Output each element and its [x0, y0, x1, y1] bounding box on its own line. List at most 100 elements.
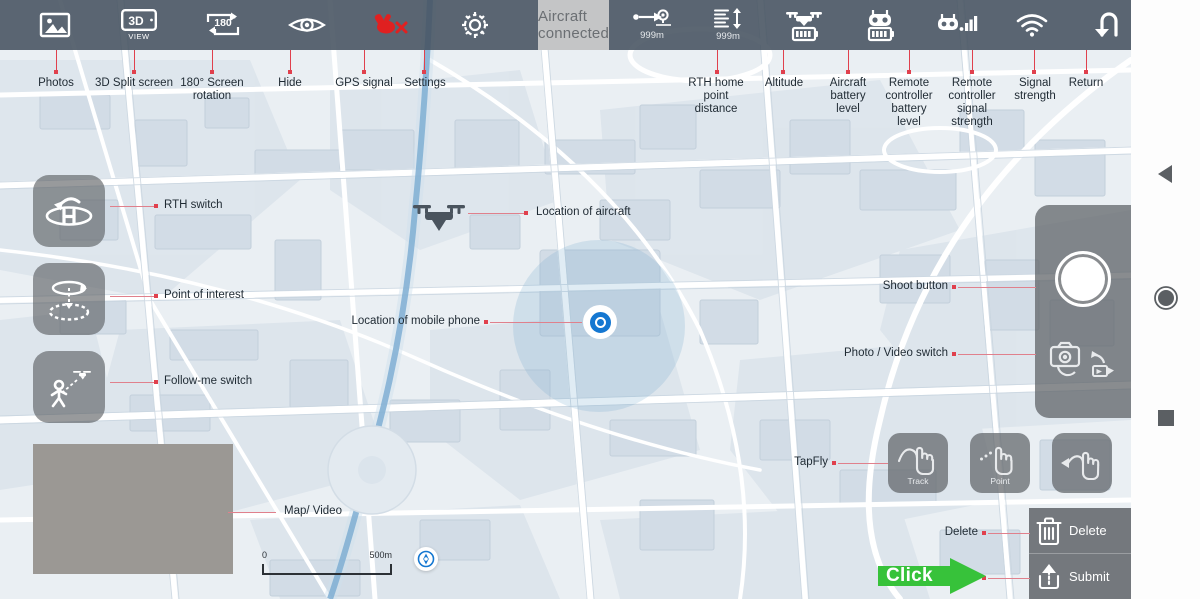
callout-photo-video-switch: Photo / Video switch: [844, 347, 948, 359]
triangle-back-icon: [1157, 165, 1172, 183]
point-label: Point: [990, 475, 1010, 486]
wifi-icon: [1015, 12, 1049, 38]
leader-line: [848, 50, 849, 72]
settings-button[interactable]: [446, 0, 504, 50]
leader-line: [958, 354, 1036, 355]
callout-aircraft-location: Location of aircraft: [536, 206, 631, 218]
callout-rth-switch: RTH switch: [164, 199, 223, 211]
leader-dot: [781, 70, 785, 74]
nav-back-button[interactable]: [1155, 163, 1177, 185]
leader-line: [134, 50, 135, 72]
leader-dot: [715, 70, 719, 74]
eye-icon: [288, 13, 326, 37]
connection-status-text: Aircraft connected: [538, 8, 610, 42]
follow-me-person-icon: [50, 371, 91, 408]
rth-switch-button[interactable]: [33, 175, 105, 247]
tapfly-track-button[interactable]: Track: [888, 433, 948, 493]
follow-me-button[interactable]: [33, 351, 105, 423]
leader-dot: [846, 70, 850, 74]
leader-dot: [952, 285, 956, 289]
top-status-bar: 3D VIEW 180 Aircraft connected 999m 999m: [0, 0, 1131, 50]
tapfly-point-button[interactable]: Point: [970, 433, 1030, 493]
trash-icon: [1036, 516, 1062, 545]
hand-tap-icon: [897, 446, 935, 475]
callout-return: Return: [1068, 77, 1104, 89]
scale-start-label: 0: [262, 550, 268, 560]
shoot-button[interactable]: [1055, 251, 1111, 307]
gear-icon: [460, 10, 490, 40]
callout-rc-battery: Remote controller battery level: [885, 77, 933, 128]
leader-dot: [132, 70, 136, 74]
controller-battery-icon: [862, 8, 898, 42]
return-button[interactable]: [1079, 0, 1131, 50]
leader-dot: [210, 70, 214, 74]
click-annotation-text: Click: [886, 565, 933, 586]
controller-signal-icon: [934, 11, 978, 39]
hide-button[interactable]: [278, 0, 336, 50]
altitude-icon: [711, 8, 745, 30]
hand-point-dashed-icon: [980, 446, 1013, 475]
3d-split-screen-button[interactable]: 3D VIEW: [110, 0, 168, 50]
map-video-thumbnail[interactable]: [33, 444, 233, 574]
click-annotation-arrow: Click: [878, 558, 988, 594]
rc-signal-indicator[interactable]: [927, 0, 985, 50]
180-rotation-icon: 180: [204, 10, 242, 40]
leader-dot: [1084, 70, 1088, 74]
leader-dot: [154, 380, 158, 384]
submit-button[interactable]: Submit: [1029, 553, 1131, 598]
leader-line: [988, 533, 1030, 534]
photo-video-switch[interactable]: [1045, 337, 1121, 383]
leader-dot: [952, 352, 956, 356]
180-screen-rotation-button[interactable]: 180: [194, 0, 252, 50]
leader-dot: [422, 70, 426, 74]
altitude-indicator[interactable]: 999m: [699, 0, 757, 50]
3d-view-icon: 3D: [121, 9, 157, 31]
leader-dot: [484, 320, 488, 324]
leader-line: [364, 50, 365, 72]
leader-line: [838, 463, 888, 464]
action-panel: Delete Submit: [1029, 508, 1131, 599]
callout-tapfly: TapFly: [794, 456, 828, 468]
topbar-right-group: 999m 999m: [609, 0, 1131, 50]
aircraft-location-marker[interactable]: [411, 198, 467, 232]
point-of-interest-button[interactable]: [33, 263, 105, 335]
leader-line: [717, 50, 718, 72]
leader-line: [1034, 50, 1035, 72]
screen: 0 500m 3D VIEW 180 Aircraft connected 99…: [0, 0, 1200, 599]
svg-text:180: 180: [214, 17, 232, 29]
nav-home-button[interactable]: [1153, 285, 1179, 311]
leader-dot: [54, 70, 58, 74]
topbar-left-group: 3D VIEW 180: [0, 0, 504, 50]
leader-line: [909, 50, 910, 72]
delete-button[interactable]: Delete: [1029, 508, 1131, 553]
callout-180-rotation-line1: 180° Screen: [180, 77, 244, 89]
altitude-value: 999m: [716, 31, 740, 42]
leader-line: [110, 206, 156, 207]
status-badge: Aircraft connected: [538, 0, 610, 50]
aircraft-battery-indicator[interactable]: [775, 0, 833, 50]
mobile-phone-location-marker[interactable]: [583, 305, 617, 339]
leader-line: [228, 512, 276, 513]
leader-line: [783, 50, 784, 72]
gps-signal-indicator[interactable]: [362, 0, 420, 50]
drone-app-viewport: 0 500m 3D VIEW 180 Aircraft connected 99…: [0, 0, 1131, 599]
return-to-home-icon: [45, 197, 93, 226]
distance-to-home-icon: [632, 9, 672, 29]
crosshair-locate-icon[interactable]: [414, 547, 438, 571]
rc-battery-indicator[interactable]: [851, 0, 909, 50]
nav-recents-button[interactable]: [1156, 408, 1176, 428]
leader-line: [958, 287, 1036, 288]
leader-line: [56, 50, 57, 72]
photos-button[interactable]: [26, 0, 84, 50]
phone-marker-core: [596, 318, 604, 326]
leader-dot: [832, 461, 836, 465]
leader-dot: [907, 70, 911, 74]
tapfly-back-button[interactable]: [1052, 433, 1112, 493]
leader-dot: [524, 211, 528, 215]
signal-strength-indicator[interactable]: [1003, 0, 1061, 50]
android-navigation-bar: [1131, 0, 1200, 599]
leader-dot: [1032, 70, 1036, 74]
rth-home-distance-indicator[interactable]: 999m: [623, 0, 681, 50]
leader-dot: [982, 531, 986, 535]
leader-line: [1086, 50, 1087, 72]
